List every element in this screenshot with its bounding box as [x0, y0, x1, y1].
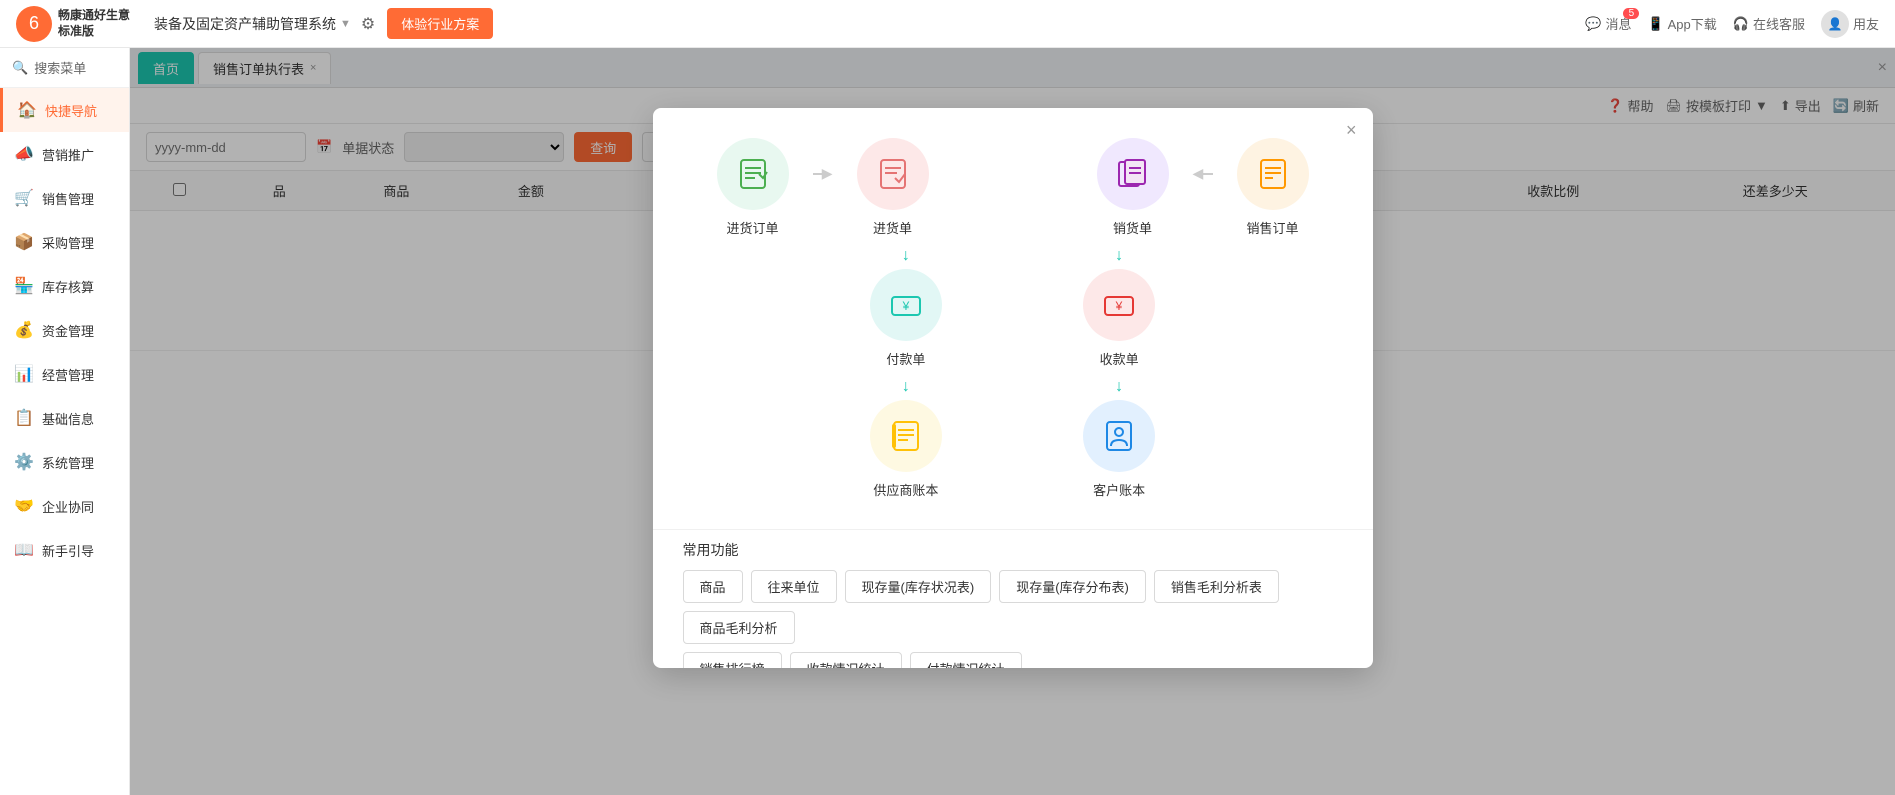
sidebar-item-guide[interactable]: 📖 新手引导	[0, 528, 129, 572]
func-buttons-row1: 商品 往来单位 现存量(库存状况表) 现存量(库存分布表) 销售毛利分析表 商品…	[683, 570, 1343, 644]
flow-row-3: 供应商账本 客户账本	[693, 400, 1333, 499]
inventory-icon: 🏪	[14, 276, 34, 296]
online-service-btn[interactable]: 🎧 在线客服	[1733, 14, 1805, 33]
customer-ledger-icon	[1083, 400, 1155, 472]
purchase-order-icon	[717, 138, 789, 210]
arrow-purchase-to-bill: ▶	[813, 165, 833, 182]
flow-node-receipt[interactable]: ¥ 收款单	[1066, 269, 1173, 368]
flow-node-customer-ledger[interactable]: 客户账本	[1066, 400, 1173, 499]
system-dropdown-icon[interactable]: ▼	[340, 18, 351, 30]
func-buttons-row2: 销售排行榜 收款情况统计 付款情况统计	[683, 652, 1343, 668]
sidebar-item-enterprise[interactable]: 🤝 企业协同	[0, 484, 129, 528]
sales-bill-label: 销货单	[1113, 218, 1152, 237]
func-btn-payment-stats[interactable]: 付款情况统计	[910, 652, 1022, 668]
svg-text:¥: ¥	[1115, 299, 1123, 313]
flow-arrows-down-2: ↓ ↓	[693, 378, 1333, 396]
purchase-bill-label: 进货单	[873, 218, 912, 237]
flow-node-payment[interactable]: ¥ 付款单	[853, 269, 960, 368]
flow-diagram: 进货订单 ▶ 进货单	[653, 108, 1373, 529]
sales-icon: 🛒	[14, 188, 34, 208]
system-title: 装备及固定资产辅助管理系统 ▼	[154, 14, 351, 34]
flow-arrows-down: ↓ ↓	[693, 247, 1333, 265]
modal-close-btn[interactable]: ×	[1346, 120, 1357, 141]
search-menu-btn[interactable]: 🔍 搜索菜单	[0, 48, 129, 88]
message-icon: 💬	[1585, 16, 1601, 32]
purchase-bill-icon	[857, 138, 929, 210]
purchase-order-label: 进货订单	[726, 218, 778, 237]
top-right-area: 💬 消息 5 📱 App下载 🎧 在线客服 👤 用友	[1585, 10, 1879, 38]
flow-node-purchase-order[interactable]: 进货订单	[693, 138, 813, 237]
supplier-ledger-icon	[870, 400, 942, 472]
svg-text:¥: ¥	[901, 299, 909, 313]
sidebar: 🔍 搜索菜单 🏠 快捷导航 📣 营销推广 🛒 销售管理 📦 采购管理 🏪	[0, 48, 130, 795]
customer-ledger-label: 客户账本	[1093, 480, 1145, 499]
sidebar-item-purchase[interactable]: 📦 采购管理	[0, 220, 129, 264]
payment-label: 付款单	[886, 349, 925, 368]
settings-icon[interactable]: ⚙	[361, 14, 375, 34]
home-icon: 🏠	[17, 100, 37, 120]
flow-node-purchase-bill[interactable]: 进货单	[833, 138, 953, 237]
common-functions-area: 常用功能 商品 往来单位 现存量(库存状况表) 现存量(库存分布表) 销售毛利分…	[653, 529, 1373, 668]
sidebar-item-operations[interactable]: 📊 经营管理	[0, 352, 129, 396]
supplier-ledger-label: 供应商账本	[873, 480, 938, 499]
avatar: 👤	[1821, 10, 1849, 38]
message-badge: 5	[1623, 8, 1639, 19]
payment-icon: ¥	[870, 269, 942, 341]
func-btn-sales-margin[interactable]: 销售毛利分析表	[1154, 570, 1279, 603]
sidebar-item-basic[interactable]: 📋 基础信息	[0, 396, 129, 440]
receipt-icon: ¥	[1083, 269, 1155, 341]
func-btn-sales-rank[interactable]: 销售排行榜	[683, 652, 782, 668]
sales-bill-icon	[1097, 138, 1169, 210]
sidebar-item-inventory[interactable]: 🏪 库存核算	[0, 264, 129, 308]
purchase-icon: 📦	[14, 232, 34, 252]
flow-row-2: ¥ 付款单 ¥ 收款单	[693, 269, 1333, 368]
func-btn-stock-status[interactable]: 现存量(库存状况表)	[845, 570, 992, 603]
phone-icon: 📱	[1647, 16, 1663, 32]
common-functions-title: 常用功能	[683, 540, 1343, 560]
sidebar-item-sales[interactable]: 🛒 销售管理	[0, 176, 129, 220]
sales-order-icon	[1237, 138, 1309, 210]
modal-overlay[interactable]: × 进货订单 ▶	[130, 48, 1895, 795]
sidebar-item-system[interactable]: ⚙️ 系统管理	[0, 440, 129, 484]
func-btn-product-margin[interactable]: 商品毛利分析	[683, 611, 795, 644]
sales-order-label: 销售订单	[1246, 218, 1298, 237]
operations-icon: 📊	[14, 364, 34, 384]
system-icon: ⚙️	[14, 452, 34, 472]
arrow-sales-order-to-bill: ◀	[1193, 165, 1213, 182]
flow-row-1: 进货订单 ▶ 进货单	[693, 138, 1333, 237]
flow-node-supplier-ledger[interactable]: 供应商账本	[853, 400, 960, 499]
sidebar-item-quick-nav[interactable]: 🏠 快捷导航	[0, 88, 129, 132]
sidebar-item-finance[interactable]: 💰 资金管理	[0, 308, 129, 352]
user-menu[interactable]: 👤 用友	[1821, 10, 1879, 38]
func-btn-product[interactable]: 商品	[683, 570, 743, 603]
receipt-label: 收款单	[1100, 349, 1139, 368]
guide-icon: 📖	[14, 540, 34, 560]
basic-icon: 📋	[14, 408, 34, 428]
logo-icon: 6	[16, 6, 52, 42]
search-icon: 🔍	[12, 60, 28, 76]
marketing-icon: 📣	[14, 144, 34, 164]
logo-area: 6 畅康通好生意 标准版	[16, 6, 146, 42]
headset-icon: 🎧	[1733, 16, 1749, 32]
finance-icon: 💰	[14, 320, 34, 340]
flow-node-sales-order[interactable]: 销售订单	[1213, 138, 1333, 237]
app-download-btn[interactable]: 📱 App下载	[1647, 14, 1716, 33]
message-btn[interactable]: 💬 消息 5	[1585, 14, 1631, 33]
trial-btn[interactable]: 体验行业方案	[387, 8, 493, 39]
quick-nav-modal: × 进货订单 ▶	[653, 108, 1373, 668]
func-btn-partner[interactable]: 往来单位	[751, 570, 837, 603]
sidebar-item-marketing[interactable]: 📣 营销推广	[0, 132, 129, 176]
flow-node-sales-bill[interactable]: 销货单	[1073, 138, 1193, 237]
logo-text: 畅康通好生意 标准版	[58, 8, 130, 39]
func-btn-stock-dist[interactable]: 现存量(库存分布表)	[999, 570, 1146, 603]
enterprise-icon: 🤝	[14, 496, 34, 516]
func-btn-receipt-stats[interactable]: 收款情况统计	[790, 652, 902, 668]
